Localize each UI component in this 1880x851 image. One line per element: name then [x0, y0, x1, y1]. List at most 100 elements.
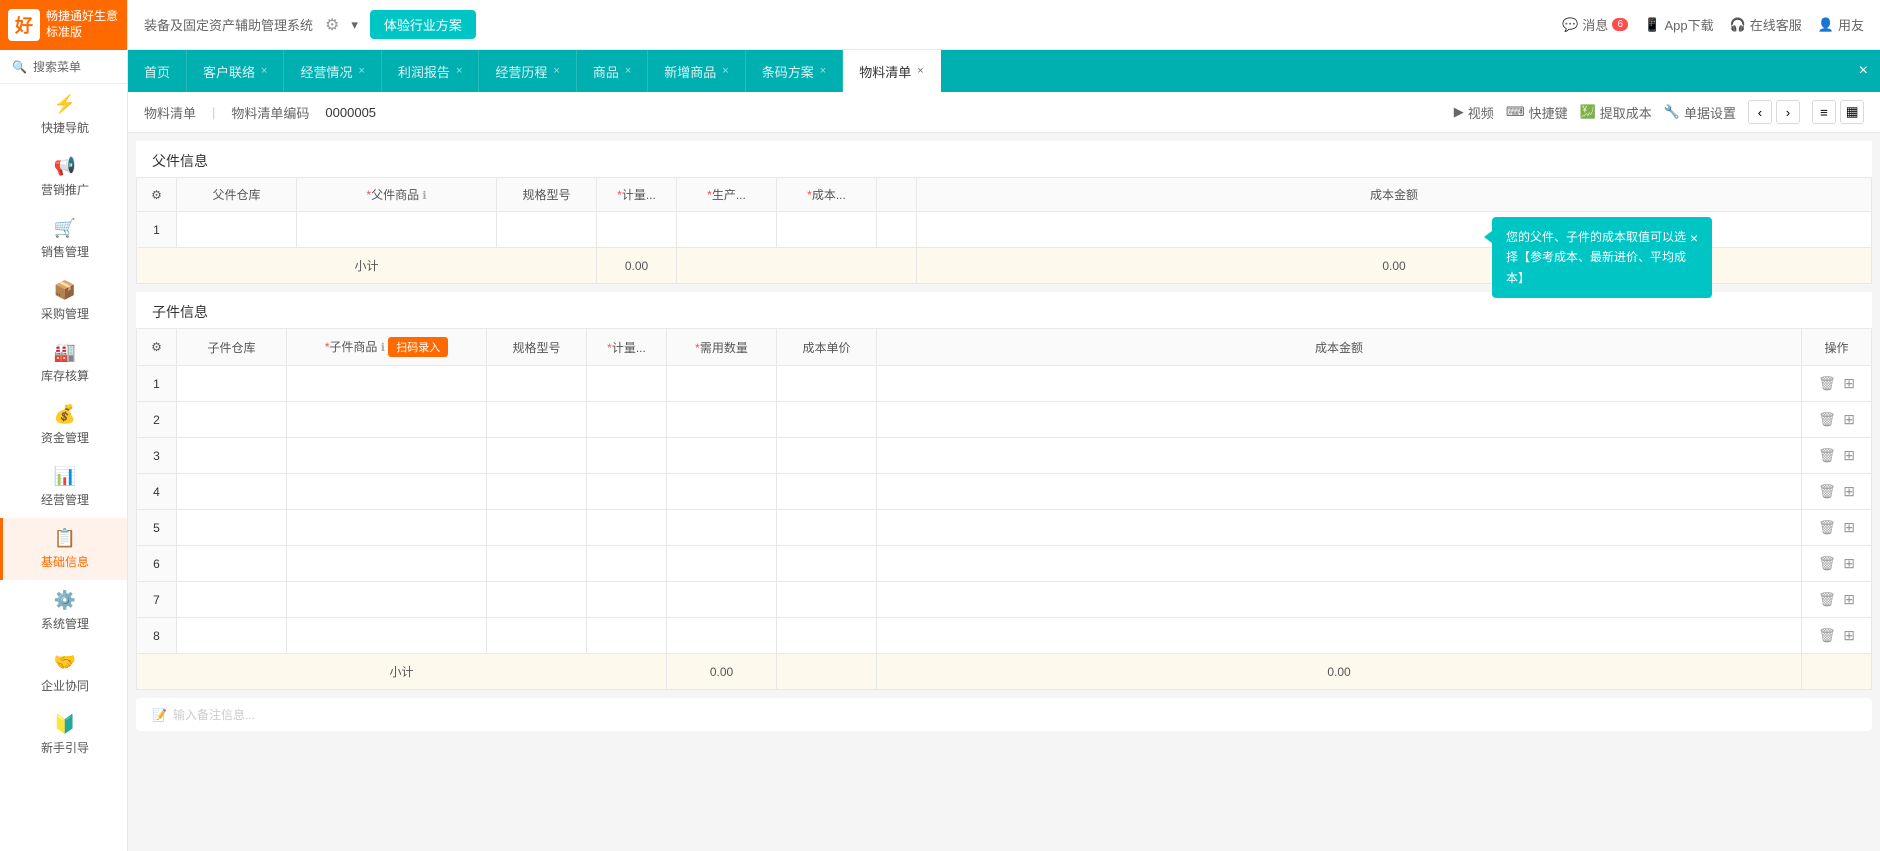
tab-close-operation-history[interactable]: × [553, 65, 559, 77]
child-unit-cost-2[interactable] [777, 402, 877, 438]
tab-close-customer[interactable]: × [261, 65, 267, 77]
sidebar-item-operation[interactable]: 📊 经营管理 [0, 456, 127, 518]
scan-input-btn[interactable]: 扫码录入 [388, 337, 448, 357]
tab-close-barcode[interactable]: × [820, 65, 826, 77]
delete-row-4[interactable]: 🗑 [1816, 481, 1838, 502]
copy-row-4[interactable]: ⊞ [1841, 481, 1857, 502]
prev-record[interactable]: ‹ [1748, 100, 1772, 124]
tab-new-product[interactable]: 新增商品 × [648, 50, 745, 92]
parent-col-produce: *生产... [677, 178, 777, 212]
parent-unit-1[interactable] [597, 212, 677, 248]
sidebar-item-enterprise[interactable]: 🤝 企业协同 [0, 642, 127, 704]
parent-product-1[interactable] [297, 212, 497, 248]
extract-cost-button[interactable]: 💹 提取成本 [1580, 103, 1652, 122]
child-spec-1[interactable] [487, 366, 587, 402]
parent-col-spacer [877, 178, 917, 212]
delete-row-5[interactable]: 🗑 [1816, 517, 1838, 538]
sidebar-item-inventory[interactable]: 🏭 库存核算 [0, 332, 127, 394]
child-unit-1[interactable] [587, 366, 667, 402]
child-qty-1[interactable] [667, 366, 777, 402]
tab-customer[interactable]: 客户联络 × [187, 50, 284, 92]
copy-row-7[interactable]: ⊞ [1841, 589, 1857, 610]
child-product-2[interactable] [287, 402, 487, 438]
next-record[interactable]: › [1776, 100, 1800, 124]
copy-row-6[interactable]: ⊞ [1841, 553, 1857, 574]
copy-row-5[interactable]: ⊞ [1841, 517, 1857, 538]
sidebar-item-marketing[interactable]: 📢 营销推广 [0, 146, 127, 208]
parent-col-settings: ⚙ [137, 178, 177, 212]
single-setting-button[interactable]: 🔧 单据设置 [1664, 103, 1736, 122]
parent-cost-1[interactable] [777, 212, 877, 248]
tab-close-profit-report[interactable]: × [456, 65, 462, 77]
child-unit-cost-1[interactable] [777, 366, 877, 402]
tab-barcode[interactable]: 条码方案 × [746, 50, 843, 92]
sidebar-item-label: 资金管理 [41, 429, 89, 446]
tooltip-close-btn[interactable]: × [1690, 227, 1698, 251]
sidebar-item-quick-nav[interactable]: ⚡ 快捷导航 [0, 84, 127, 146]
delete-row-6[interactable]: 🗑 [1816, 553, 1838, 574]
child-subtotal-unit-cost [777, 654, 877, 690]
child-product-1[interactable] [287, 366, 487, 402]
sidebar-item-finance[interactable]: 💰 资金管理 [0, 394, 127, 456]
expand-btn[interactable]: ▦ [1840, 100, 1864, 124]
child-unit-2[interactable] [587, 402, 667, 438]
delete-row-7[interactable]: 🗑 [1816, 589, 1838, 610]
copy-row-2[interactable]: ⊞ [1841, 409, 1857, 430]
operation-icon: 📊 [54, 466, 76, 487]
sidebar-item-guide[interactable]: 🔰 新手引导 [0, 704, 127, 766]
breadcrumb-sep: | [212, 105, 215, 120]
child-row-2: 2 🗑 ⊞ [137, 402, 1872, 438]
tab-operation-history[interactable]: 经营历程 × [479, 50, 576, 92]
tab-close-product[interactable]: × [625, 65, 631, 77]
parent-spec-1[interactable] [497, 212, 597, 248]
tab-close-operation-status[interactable]: × [358, 65, 364, 77]
message-item[interactable]: 💬 消息 6 [1562, 15, 1628, 34]
app-download-item[interactable]: 📱 App下载 [1644, 15, 1713, 34]
child-col-unit: *计量... [587, 329, 667, 366]
child-col-product: *子件商品 ℹ 扫码录入 [287, 329, 487, 366]
sidebar-item-purchase[interactable]: 📦 采购管理 [0, 270, 127, 332]
copy-row-3[interactable]: ⊞ [1841, 445, 1857, 466]
search-menu[interactable]: 🔍 搜索菜单 [0, 50, 127, 84]
parent-col-product: *父件商品 ℹ [297, 178, 497, 212]
delete-row-1[interactable]: 🗑 [1816, 373, 1838, 394]
view-button[interactable]: ▶ 视频 [1454, 103, 1494, 122]
finance-icon: 💰 [54, 404, 76, 425]
online-service-item[interactable]: 🎧 在线客服 [1730, 15, 1802, 34]
parent-warehouse-1[interactable] [177, 212, 297, 248]
tab-product[interactable]: 商品 × [577, 50, 648, 92]
parent-spacer-1 [877, 212, 917, 248]
tab-home[interactable]: 首页 [128, 50, 187, 92]
child-warehouse-1[interactable] [177, 366, 287, 402]
child-spec-2[interactable] [487, 402, 587, 438]
tab-bom-list[interactable]: 物料清单 × [843, 50, 940, 92]
user-item[interactable]: 👤 用友 [1818, 15, 1864, 34]
copy-row-1[interactable]: ⊞ [1841, 373, 1857, 394]
parent-produce-1[interactable] [677, 212, 777, 248]
sidebar-item-sales[interactable]: 🛒 销售管理 [0, 208, 127, 270]
copy-row-8[interactable]: ⊞ [1841, 625, 1857, 646]
mobile-icon: 📱 [1644, 17, 1660, 33]
child-warehouse-2[interactable] [177, 402, 287, 438]
delete-row-3[interactable]: 🗑 [1816, 445, 1838, 466]
tab-profit-report[interactable]: 利润报告 × [382, 50, 479, 92]
tab-close-new-product[interactable]: × [722, 65, 728, 77]
tab-operation-status[interactable]: 经营情况 × [284, 50, 381, 92]
collapse-btn[interactable]: ≡ [1812, 100, 1836, 124]
parent-section-title: 父件信息 [136, 141, 1872, 177]
trial-button[interactable]: 体验行业方案 [370, 10, 476, 39]
note-placeholder[interactable]: 输入备注信息... [173, 706, 255, 723]
settings-icon[interactable]: ⚙ [325, 15, 339, 35]
shortcut-button[interactable]: ⌨ 快捷键 [1506, 103, 1568, 122]
sidebar-item-system[interactable]: ⚙️ 系统管理 [0, 580, 127, 642]
system-icon: ⚙️ [54, 590, 76, 611]
close-all-tabs[interactable]: × [1847, 62, 1880, 80]
tab-close-bom[interactable]: × [917, 65, 923, 77]
play-icon: ▶ [1454, 104, 1464, 120]
child-row-1: 1 🗑 ⊞ [137, 366, 1872, 402]
delete-row-8[interactable]: 🗑 [1816, 625, 1838, 646]
delete-row-2[interactable]: 🗑 [1816, 409, 1838, 430]
sidebar-item-basic-info[interactable]: 📋 基础信息 [0, 518, 127, 580]
child-col-actions: 操作 [1802, 329, 1872, 366]
child-qty-2[interactable] [667, 402, 777, 438]
